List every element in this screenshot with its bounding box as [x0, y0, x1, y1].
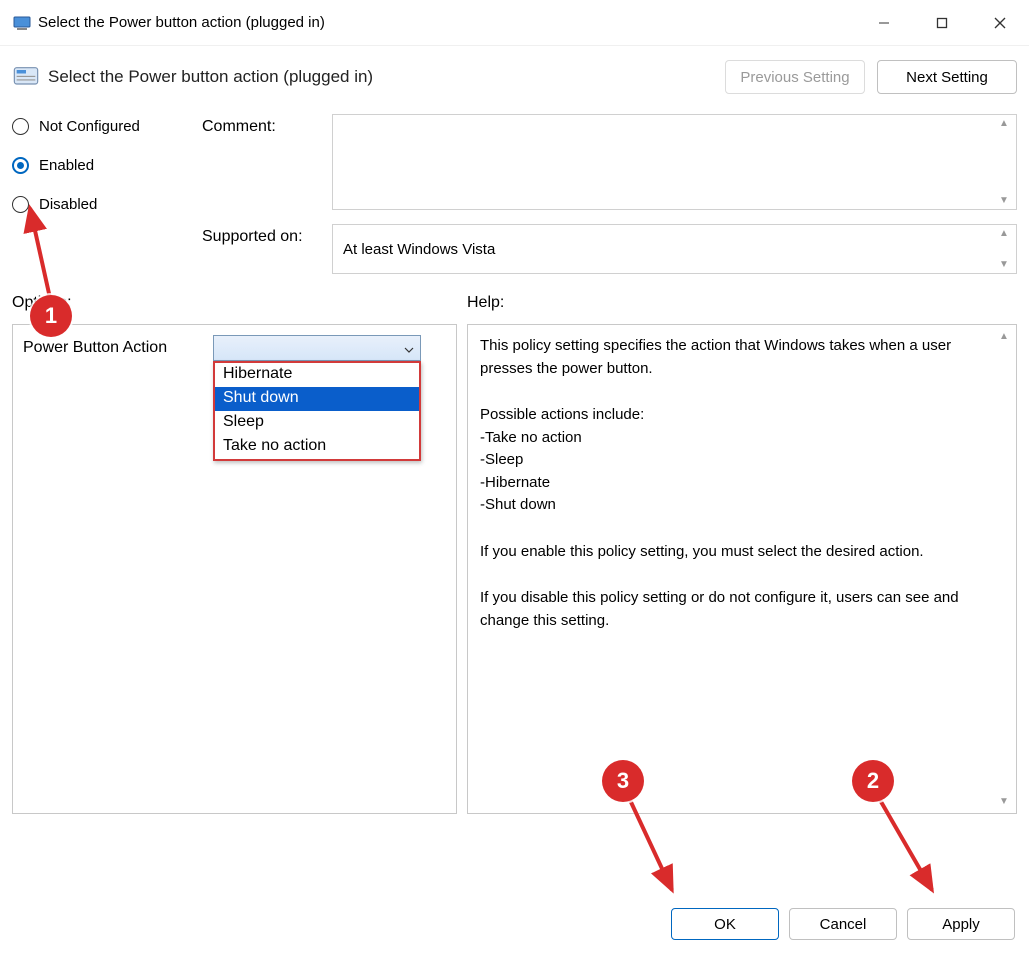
minimize-button[interactable]	[855, 0, 913, 46]
options-panel: Power Button Action Hibernate Shut down …	[12, 324, 457, 814]
radio-label: Enabled	[39, 157, 94, 174]
panels: Power Button Action Hibernate Shut down …	[0, 316, 1029, 814]
next-setting-button[interactable]: Next Setting	[877, 60, 1017, 94]
dropdown-closed[interactable]	[213, 335, 421, 361]
scroll-down-icon: ▼	[995, 195, 1013, 206]
scrollbar[interactable]: ▲ ▼	[995, 118, 1013, 206]
help-text: -Shut down	[480, 494, 988, 517]
window-title: Select the Power button action (plugged …	[32, 14, 855, 31]
setting-icon	[12, 63, 40, 91]
help-text: If you enable this policy setting, you m…	[480, 541, 988, 564]
dialog-footer: OK Cancel Apply	[671, 908, 1015, 940]
setting-name: Select the Power button action (plugged …	[48, 67, 713, 87]
radio-icon	[12, 196, 29, 213]
config-area: Not Configured Enabled Disabled Comment:…	[0, 102, 1029, 288]
window-controls	[855, 0, 1029, 46]
comment-row: Comment: ▲ ▼	[202, 114, 1017, 210]
help-text: Possible actions include:	[480, 404, 988, 427]
radio-enabled[interactable]: Enabled	[12, 157, 202, 174]
cancel-button[interactable]: Cancel	[789, 908, 897, 940]
power-button-action-row: Power Button Action Hibernate Shut down …	[23, 335, 446, 361]
help-panel: This policy setting specifies the action…	[467, 324, 1017, 814]
scroll-down-icon: ▼	[995, 794, 1013, 809]
help-text: This policy setting specifies the action…	[480, 335, 988, 380]
radio-selected-icon	[12, 157, 29, 174]
supported-label: Supported on:	[202, 224, 332, 274]
apply-button[interactable]: Apply	[907, 908, 1015, 940]
dropdown-list: Hibernate Shut down Sleep Take no action	[213, 361, 421, 461]
scroll-up-icon: ▲	[995, 228, 1013, 239]
dropdown-item-shut-down[interactable]: Shut down	[215, 387, 419, 411]
help-text: -Take no action	[480, 427, 988, 450]
help-text: If you disable this policy setting or do…	[480, 587, 988, 632]
close-button[interactable]	[971, 0, 1029, 46]
maximize-button[interactable]	[913, 0, 971, 46]
scrollbar[interactable]: ▲ ▼	[995, 228, 1013, 270]
radio-label: Disabled	[39, 196, 97, 213]
radio-not-configured[interactable]: Not Configured	[12, 118, 202, 135]
power-button-action-dropdown[interactable]: Hibernate Shut down Sleep Take no action	[213, 335, 421, 361]
dropdown-item-sleep[interactable]: Sleep	[215, 411, 419, 435]
state-radio-group: Not Configured Enabled Disabled	[12, 114, 202, 288]
scrollbar[interactable]: ▲ ▼	[995, 329, 1013, 809]
supported-field: At least Windows Vista ▲ ▼	[332, 224, 1017, 274]
radio-icon	[12, 118, 29, 135]
comment-label: Comment:	[202, 114, 332, 210]
comment-field[interactable]: ▲ ▼	[332, 114, 1017, 210]
section-labels: Options: Help:	[0, 288, 1029, 316]
right-config: Comment: ▲ ▼ Supported on: At least Wind…	[202, 114, 1017, 288]
help-section-label: Help:	[467, 294, 504, 312]
scroll-up-icon: ▲	[995, 329, 1013, 344]
dropdown-item-take-no-action[interactable]: Take no action	[215, 435, 419, 459]
supported-value: At least Windows Vista	[343, 241, 495, 258]
header: Select the Power button action (plugged …	[0, 46, 1029, 102]
previous-setting-button: Previous Setting	[725, 60, 865, 94]
scroll-down-icon: ▼	[995, 259, 1013, 270]
titlebar: Select the Power button action (plugged …	[0, 0, 1029, 46]
radio-disabled[interactable]: Disabled	[12, 196, 202, 213]
dropdown-item-hibernate[interactable]: Hibernate	[215, 363, 419, 387]
chevron-down-icon	[404, 340, 414, 357]
ok-button[interactable]: OK	[671, 908, 779, 940]
help-text: -Sleep	[480, 449, 988, 472]
power-button-action-label: Power Button Action	[23, 335, 213, 357]
help-text: -Hibernate	[480, 472, 988, 495]
app-icon	[12, 13, 32, 33]
radio-label: Not Configured	[39, 118, 140, 135]
options-section-label: Options:	[12, 294, 467, 312]
scroll-up-icon: ▲	[995, 118, 1013, 129]
supported-row: Supported on: At least Windows Vista ▲ ▼	[202, 224, 1017, 274]
